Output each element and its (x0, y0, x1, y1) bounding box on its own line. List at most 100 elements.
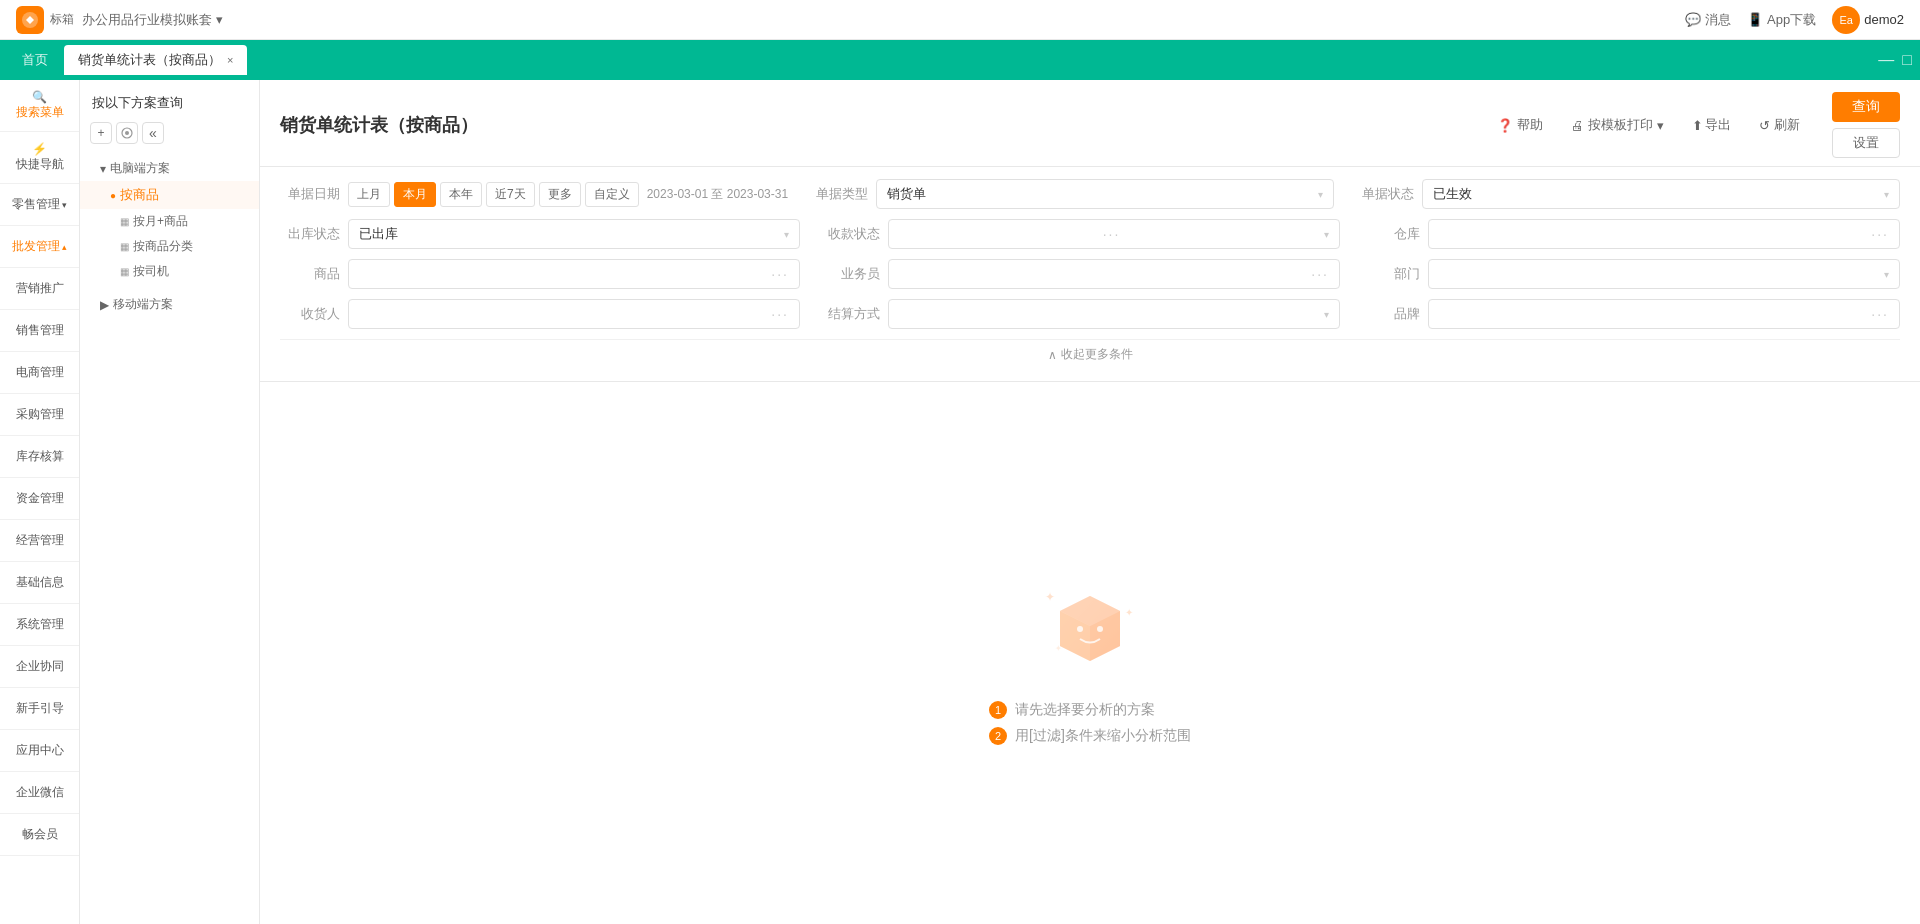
sidebar-item-ecommerce[interactable]: 电商管理 (0, 352, 79, 394)
docstatus-select[interactable]: 已生效 ▾ (1422, 179, 1900, 209)
sidebar-item-basic[interactable]: 基础信息 (0, 562, 79, 604)
paystatus-dots-icon: ··· (1103, 226, 1121, 242)
settle-select[interactable]: ▾ (888, 299, 1340, 329)
tab-close-button[interactable]: × (227, 54, 233, 66)
filter-goods: 商品 ··· (280, 259, 820, 289)
date-custom-button[interactable]: 自定义 (585, 182, 639, 207)
workspace-selector[interactable]: 办公用品行业模拟账套 ▾ (82, 11, 223, 29)
sidebar-item-sales[interactable]: 销售管理 (0, 310, 79, 352)
settle-arrow-icon: ▾ (1324, 309, 1329, 320)
tab-minimize-button[interactable]: — (1878, 51, 1894, 69)
salesman-select[interactable]: ··· (888, 259, 1340, 289)
empty-state: ✦ ✦ ✦ 1 请先选择要分析的方案 2 用[过滤]条件来缩小分析范围 (260, 382, 1920, 924)
scheme-group-desktop-title[interactable]: ▾ 电脑端方案 (80, 156, 259, 181)
print-label: 按模板打印 (1588, 116, 1653, 134)
filter-row-4: 收货人 ··· 结算方式 ▾ 品牌 (280, 299, 1900, 329)
sidebar-quicknav[interactable]: ⚡ 快捷导航 (0, 132, 79, 184)
filter-settle: 结算方式 ▾ (820, 299, 1360, 329)
dept-select[interactable]: ▾ (1428, 259, 1900, 289)
sidebar-item-retail[interactable]: 零售管理 ▾ (0, 184, 79, 226)
filter-row-1: 单据日期 上月 本月 本年 近7天 更多 自定义 2023-03-01 至 20… (280, 179, 1900, 209)
sidebar-item-member-label: 畅会员 (22, 827, 58, 841)
scheme-group-mobile-title[interactable]: ▶ 移动端方案 (80, 292, 259, 317)
scheme-group-mobile: ▶ 移动端方案 (80, 288, 259, 321)
date-year-button[interactable]: 本年 (440, 182, 482, 207)
query-button[interactable]: 查询 (1832, 92, 1900, 122)
doctype-select[interactable]: 销货单 ▾ (876, 179, 1334, 209)
tab-active-label: 销货单统计表（按商品） (78, 51, 221, 69)
scheme-item-category[interactable]: ▦ 按商品分类 (80, 234, 259, 259)
sidebar-item-inventory[interactable]: 库存核算 (0, 436, 79, 478)
date-range-text: 2023-03-01 至 2023-03-31 (647, 186, 788, 203)
sidebar-item-finance[interactable]: 资金管理 (0, 478, 79, 520)
tab-home[interactable]: 首页 (8, 45, 62, 75)
content-area: 按以下方案查询 + « ▾ 电脑端方案 ● 按商品 ▦ (80, 80, 1920, 924)
app-icon: 📱 (1747, 12, 1763, 27)
brand-select[interactable]: ··· (1428, 299, 1900, 329)
scheme-add-button[interactable]: + (90, 122, 112, 144)
outstatus-select[interactable]: 已出库 ▾ (348, 219, 800, 249)
date-prev-month-button[interactable]: 上月 (348, 182, 390, 207)
logo-text: 标箱 (50, 11, 74, 28)
scheme-item-driver[interactable]: ▦ 按司机 (80, 259, 259, 284)
sidebar-item-apps[interactable]: 应用中心 (0, 730, 79, 772)
help-label: 帮助 (1517, 116, 1543, 134)
filter-docstatus: 单据状态 已生效 ▾ (1354, 179, 1900, 209)
top-bar-left: 标箱 办公用品行业模拟账套 ▾ (16, 6, 223, 34)
paystatus-label: 收款状态 (820, 225, 880, 243)
scheme-group-arrow-icon: ▾ (100, 162, 106, 176)
sidebar-item-guide[interactable]: 新手引导 (0, 688, 79, 730)
sidebar-item-purchase[interactable]: 采购管理 (0, 394, 79, 436)
sidebar-search[interactable]: 🔍 搜索菜单 (0, 80, 79, 132)
outstatus-label: 出库状态 (280, 225, 340, 243)
app-download-button[interactable]: 📱 App下载 (1747, 11, 1816, 29)
doctype-value: 销货单 (887, 185, 926, 203)
sidebar-item-purchase-label: 采购管理 (16, 407, 64, 421)
hint-1-text: 请先选择要分析的方案 (1015, 701, 1155, 719)
sidebar-item-wholesale[interactable]: 批发管理 ▴ (0, 226, 79, 268)
goods-select[interactable]: ··· (348, 259, 800, 289)
date-more-button[interactable]: 更多 (539, 182, 581, 207)
outstatus-arrow-icon: ▾ (784, 229, 789, 240)
tab-active[interactable]: 销货单统计表（按商品） × (64, 45, 247, 75)
settings-button[interactable]: 设置 (1832, 128, 1900, 158)
paystatus-select[interactable]: ··· ▾ (888, 219, 1340, 249)
user-area[interactable]: Ea demo2 (1832, 6, 1904, 34)
scheme-edit-button[interactable] (116, 122, 138, 144)
print-button[interactable]: 🖨 按模板打印 ▾ (1563, 112, 1672, 138)
scheme-item-month-goods[interactable]: ▦ 按月+商品 (80, 209, 259, 234)
scheme-item-by-goods-label: 按商品 (120, 186, 159, 204)
refresh-button[interactable]: ↺ 刷新 (1751, 112, 1808, 138)
sidebar-item-wechat[interactable]: 企业微信 (0, 772, 79, 814)
sidebar-item-marketing[interactable]: 营销推广 (0, 268, 79, 310)
filter-area: 单据日期 上月 本月 本年 近7天 更多 自定义 2023-03-01 至 20… (260, 167, 1920, 382)
collapse-filters-button[interactable]: ∧ 收起更多条件 (280, 339, 1900, 369)
scheme-item-by-goods[interactable]: ● 按商品 (80, 181, 259, 209)
export-label: 导出 (1705, 116, 1731, 134)
sidebar-item-apps-label: 应用中心 (16, 743, 64, 757)
doctype-label: 单据类型 (808, 185, 868, 203)
export-icon: ⬆ (1692, 118, 1703, 133)
message-button[interactable]: 💬 消息 (1685, 11, 1731, 29)
svg-point-2 (125, 131, 129, 135)
date-7days-button[interactable]: 近7天 (486, 182, 535, 207)
receiver-select[interactable]: ··· (348, 299, 800, 329)
empty-hint-1: 1 请先选择要分析的方案 (989, 701, 1191, 719)
dept-label: 部门 (1360, 265, 1420, 283)
search-label: 搜索菜单 (8, 104, 71, 121)
export-button[interactable]: ⬆ 导出 (1684, 112, 1739, 138)
empty-hints: 1 请先选择要分析的方案 2 用[过滤]条件来缩小分析范围 (989, 701, 1191, 745)
date-cur-month-button[interactable]: 本月 (394, 182, 436, 207)
svg-text:✦: ✦ (1045, 590, 1055, 604)
warehouse-select[interactable]: ··· (1428, 219, 1900, 249)
sidebar-item-member[interactable]: 畅会员 (0, 814, 79, 856)
sidebar-item-system[interactable]: 系统管理 (0, 604, 79, 646)
scheme-collapse-button[interactable]: « (142, 122, 164, 144)
sidebar-item-operations[interactable]: 经营管理 (0, 520, 79, 562)
main-layout: 🔍 搜索菜单 ⚡ 快捷导航 零售管理 ▾ 批发管理 ▴ 营销推广 销售管理 电商… (0, 80, 1920, 924)
warehouse-label: 仓库 (1360, 225, 1420, 243)
help-button[interactable]: ❓ 帮助 (1489, 112, 1551, 138)
sidebar-item-enterprise[interactable]: 企业协同 (0, 646, 79, 688)
tab-maximize-button[interactable]: □ (1902, 51, 1912, 69)
receiver-dots-icon: ··· (771, 306, 789, 322)
